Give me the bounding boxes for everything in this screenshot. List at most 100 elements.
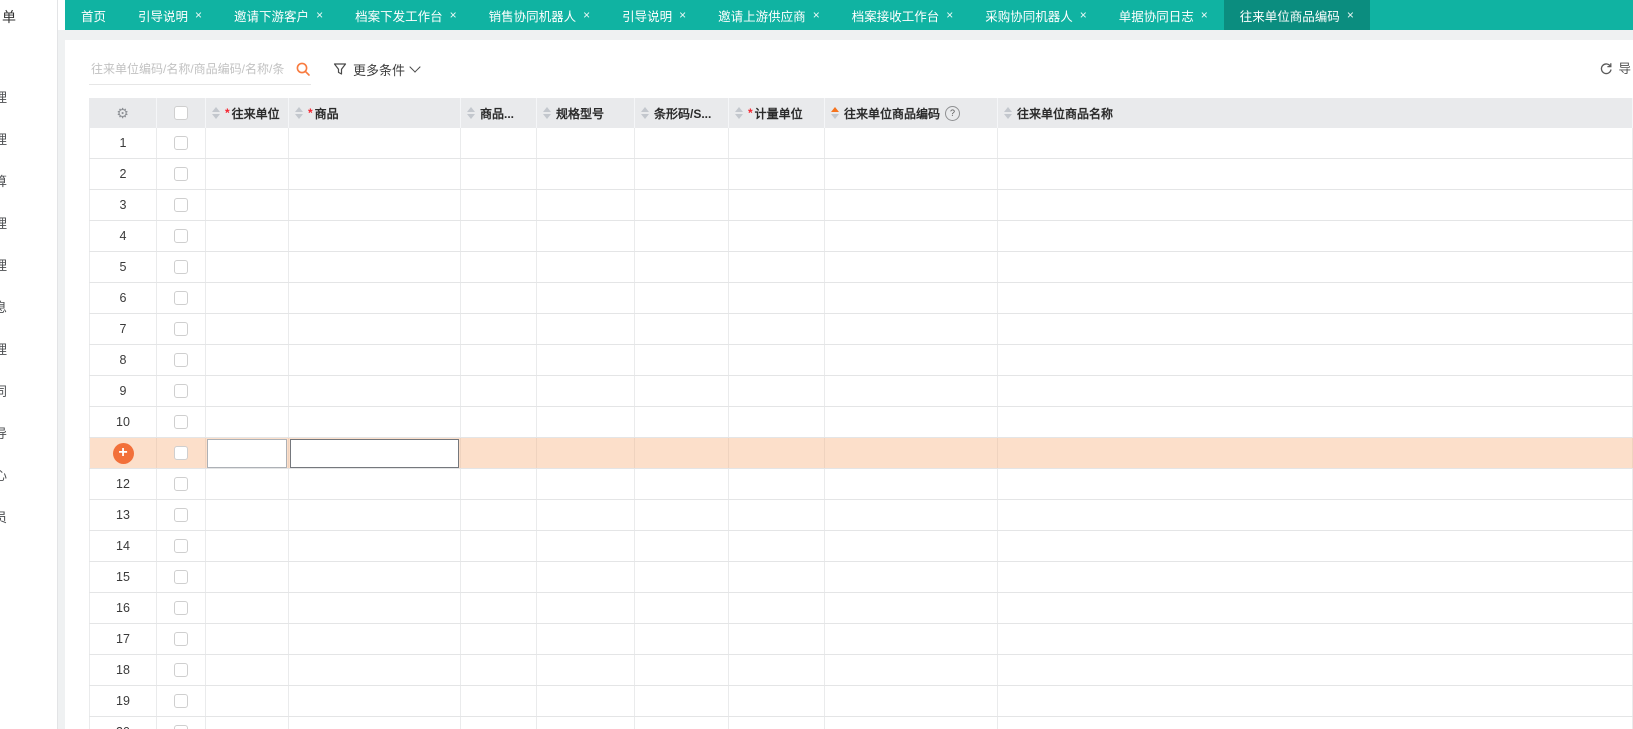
cell-商品[interactable] xyxy=(289,376,461,406)
sidebar-item[interactable]: 算 xyxy=(0,171,7,190)
row-checkbox[interactable] xyxy=(174,601,188,615)
cell-规格型号[interactable] xyxy=(537,314,635,344)
cell-往来单位[interactable] xyxy=(206,624,289,654)
cell-规格型号[interactable] xyxy=(537,531,635,561)
cell-往来单位[interactable] xyxy=(206,686,289,716)
tab-close-icon[interactable]: × xyxy=(946,9,953,21)
select-all-checkbox[interactable] xyxy=(174,106,188,120)
cell-checkbox[interactable] xyxy=(157,190,206,220)
cell-计量单位[interactable] xyxy=(729,314,825,344)
cell-checkbox[interactable] xyxy=(157,252,206,282)
cell-商品...[interactable] xyxy=(461,624,537,654)
cell-往来单位商品编码[interactable] xyxy=(825,314,998,344)
cell-规格型号[interactable] xyxy=(537,562,635,592)
cell-商品...[interactable] xyxy=(461,221,537,251)
sort-carets-icon[interactable] xyxy=(641,107,649,119)
row-checkbox[interactable] xyxy=(174,384,188,398)
tab-邀请上游供应商[interactable]: 邀请上游供应商 × xyxy=(702,0,836,30)
cell-计量单位[interactable] xyxy=(729,128,825,158)
cell-checkbox[interactable] xyxy=(157,159,206,189)
sidebar-item[interactable]: 导 xyxy=(0,423,7,442)
tab-首页[interactable]: 首页 xyxy=(65,0,122,30)
cell-条形码/S...[interactable] xyxy=(635,159,729,189)
row-checkbox[interactable] xyxy=(174,260,188,274)
cell-条形码/S...[interactable] xyxy=(635,314,729,344)
cell-商品[interactable] xyxy=(289,469,461,499)
cell-往来单位[interactable] xyxy=(206,345,289,375)
row-checkbox[interactable] xyxy=(174,539,188,553)
cell-商品...[interactable] xyxy=(461,159,537,189)
cell-计量单位[interactable] xyxy=(729,283,825,313)
cell-checkbox[interactable] xyxy=(157,562,206,592)
row-checkbox[interactable] xyxy=(174,167,188,181)
cell-规格型号[interactable] xyxy=(537,159,635,189)
cell-规格型号[interactable] xyxy=(537,128,635,158)
tab-close-icon[interactable]: × xyxy=(813,9,820,21)
row-checkbox[interactable] xyxy=(174,632,188,646)
search-icon[interactable] xyxy=(295,61,311,77)
cell-往来单位商品编码[interactable] xyxy=(825,500,998,530)
sort-carets-icon[interactable] xyxy=(543,107,551,119)
sort-carets-icon[interactable] xyxy=(467,107,475,119)
cell-往来单位商品名称[interactable] xyxy=(998,221,1633,251)
cell-往来单位商品编码[interactable] xyxy=(825,190,998,220)
sidebar-item[interactable]: 理 xyxy=(0,213,7,232)
tab-close-icon[interactable]: × xyxy=(1080,9,1087,21)
sidebar-item[interactable]: 理 xyxy=(0,129,7,148)
cell-checkbox[interactable] xyxy=(157,469,206,499)
cell-商品[interactable] xyxy=(289,252,461,282)
cell-商品[interactable] xyxy=(289,717,461,729)
cell-往来单位商品名称[interactable] xyxy=(998,500,1633,530)
cell-往来单位[interactable] xyxy=(206,655,289,685)
row-checkbox[interactable] xyxy=(174,322,188,336)
tab-销售协同机器人[interactable]: 销售协同机器人 × xyxy=(473,0,607,30)
row-checkbox[interactable] xyxy=(174,694,188,708)
tab-引导说明[interactable]: 引导说明 × xyxy=(606,0,702,30)
cell-往来单位商品编码[interactable] xyxy=(825,562,998,592)
sidebar-item[interactable]: 理 xyxy=(0,339,7,358)
cell-商品[interactable] xyxy=(289,345,461,375)
cell-规格型号[interactable] xyxy=(537,438,635,468)
row-checkbox[interactable] xyxy=(174,725,188,729)
cell-往来单位[interactable] xyxy=(206,717,289,729)
cell-计量单位[interactable] xyxy=(729,252,825,282)
cell-规格型号[interactable] xyxy=(537,717,635,729)
cell-往来单位[interactable] xyxy=(206,190,289,220)
cell-商品[interactable] xyxy=(289,593,461,623)
cell-往来单位商品名称[interactable] xyxy=(998,686,1633,716)
cell-计量单位[interactable] xyxy=(729,469,825,499)
cell-商品...[interactable] xyxy=(461,469,537,499)
grid-header-商品...[interactable]: 商品... xyxy=(461,98,537,128)
cell-规格型号[interactable] xyxy=(537,624,635,654)
cell-往来单位[interactable] xyxy=(206,376,289,406)
cell-商品...[interactable] xyxy=(461,500,537,530)
cell-往来单位商品编码[interactable] xyxy=(825,345,998,375)
add-row-button[interactable]: + xyxy=(112,442,134,464)
grid-header-条形码/S...[interactable]: 条形码/S... xyxy=(635,98,729,128)
cell-计量单位[interactable] xyxy=(729,438,825,468)
cell-商品...[interactable] xyxy=(461,376,537,406)
cell-商品...[interactable] xyxy=(461,314,537,344)
row-checkbox[interactable] xyxy=(174,415,188,429)
cell-商品[interactable] xyxy=(289,283,461,313)
cell-checkbox[interactable] xyxy=(157,500,206,530)
cell-计量单位[interactable] xyxy=(729,686,825,716)
cell-规格型号[interactable] xyxy=(537,376,635,406)
cell-往来单位商品名称[interactable] xyxy=(998,345,1633,375)
cell-商品[interactable] xyxy=(289,314,461,344)
sidebar-item[interactable]: 心 xyxy=(0,465,7,484)
tab-引导说明[interactable]: 引导说明 × xyxy=(122,0,218,30)
cell-条形码/S...[interactable] xyxy=(635,376,729,406)
cell-条形码/S...[interactable] xyxy=(635,717,729,729)
cell-往来单位商品名称[interactable] xyxy=(998,438,1633,468)
row-checkbox[interactable] xyxy=(174,353,188,367)
cell-条形码/S...[interactable] xyxy=(635,438,729,468)
cell-规格型号[interactable] xyxy=(537,190,635,220)
cell-checkbox[interactable] xyxy=(157,221,206,251)
cell-商品...[interactable] xyxy=(461,717,537,729)
grid-header-settings[interactable]: ⚙ xyxy=(89,98,157,128)
cell-往来单位商品编码[interactable] xyxy=(825,469,998,499)
sidebar-item[interactable]: 员 xyxy=(0,507,7,526)
cell-商品[interactable] xyxy=(289,500,461,530)
cell-往来单位商品名称[interactable] xyxy=(998,128,1633,158)
